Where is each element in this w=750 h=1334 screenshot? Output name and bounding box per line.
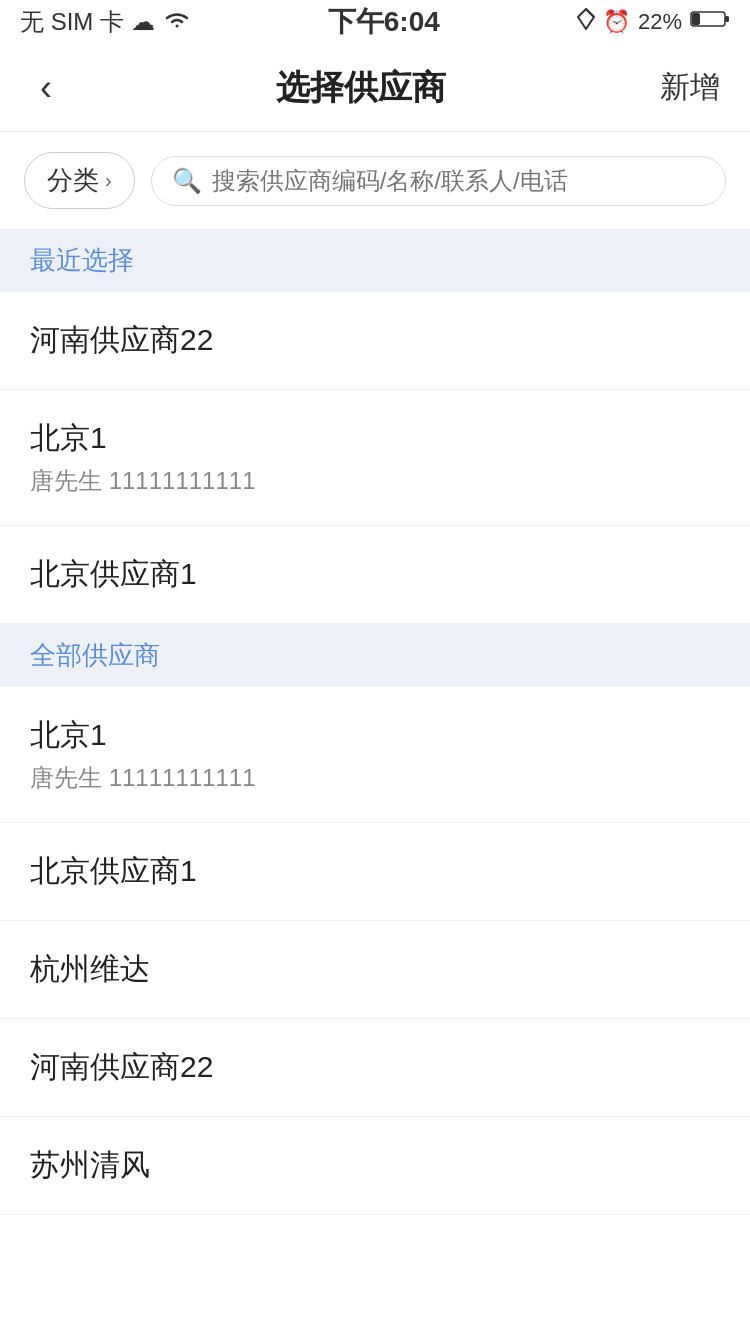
supplier-name: 河南供应商22 <box>30 1047 720 1088</box>
supplier-contact: 唐先生 11111111111 <box>30 762 720 794</box>
status-left: 无 SIM 卡 ☁ <box>20 6 191 38</box>
search-input[interactable] <box>212 167 705 195</box>
no-sim-label: 无 SIM 卡 ☁ <box>20 6 155 38</box>
page-title: 选择供应商 <box>276 65 446 111</box>
svg-rect-1 <box>725 16 729 22</box>
wifi-icon <box>163 8 191 36</box>
list-item[interactable]: 杭州维达 <box>0 921 750 1019</box>
svg-rect-2 <box>692 13 700 25</box>
all-items-list: 北京1 唐先生 11111111111 北京供应商1 杭州维达 河南供应商22 … <box>0 687 750 1215</box>
search-box: 🔍 <box>151 156 726 206</box>
back-button[interactable]: ‹ <box>30 57 62 119</box>
chevron-right-icon: › <box>105 169 112 192</box>
supplier-name: 杭州维达 <box>30 949 720 990</box>
add-button[interactable]: 新增 <box>660 67 720 108</box>
supplier-contact: 唐先生 11111111111 <box>30 465 720 497</box>
all-section-label: 全部供应商 <box>30 640 160 670</box>
recent-section-header: 最近选择 <box>0 229 750 292</box>
status-right: ⏰ 22% <box>577 8 730 36</box>
status-time: 下午6:04 <box>328 3 440 41</box>
search-icon: 🔍 <box>172 167 202 195</box>
battery-icon <box>690 9 730 35</box>
list-item[interactable]: 北京1 唐先生 11111111111 <box>0 687 750 823</box>
list-item[interactable]: 河南供应商22 <box>0 1019 750 1117</box>
category-label: 分类 <box>47 163 99 198</box>
status-bar: 无 SIM 卡 ☁ 下午6:04 ⏰ 22% <box>0 0 750 44</box>
list-item[interactable]: 北京供应商1 <box>0 526 750 624</box>
nav-bar: ‹ 选择供应商 新增 <box>0 44 750 132</box>
alarm-icon: ⏰ <box>603 9 630 35</box>
supplier-name: 河南供应商22 <box>30 320 720 361</box>
all-section-header: 全部供应商 <box>0 624 750 687</box>
list-item[interactable]: 河南供应商22 <box>0 292 750 390</box>
supplier-name: 北京1 <box>30 715 720 756</box>
category-button[interactable]: 分类 › <box>24 152 135 209</box>
list-item[interactable]: 北京1 唐先生 11111111111 <box>0 390 750 526</box>
supplier-name: 北京1 <box>30 418 720 459</box>
list-item[interactable]: 苏州清风 <box>0 1117 750 1215</box>
supplier-name: 北京供应商1 <box>30 554 720 595</box>
filter-bar: 分类 › 🔍 <box>0 132 750 229</box>
supplier-name: 苏州清风 <box>30 1145 720 1186</box>
battery-label: 22% <box>638 9 682 35</box>
list-item[interactable]: 北京供应商1 <box>0 823 750 921</box>
location-icon <box>577 8 595 36</box>
supplier-name: 北京供应商1 <box>30 851 720 892</box>
recent-items-list: 河南供应商22 北京1 唐先生 11111111111 北京供应商1 <box>0 292 750 624</box>
recent-section-label: 最近选择 <box>30 245 134 275</box>
